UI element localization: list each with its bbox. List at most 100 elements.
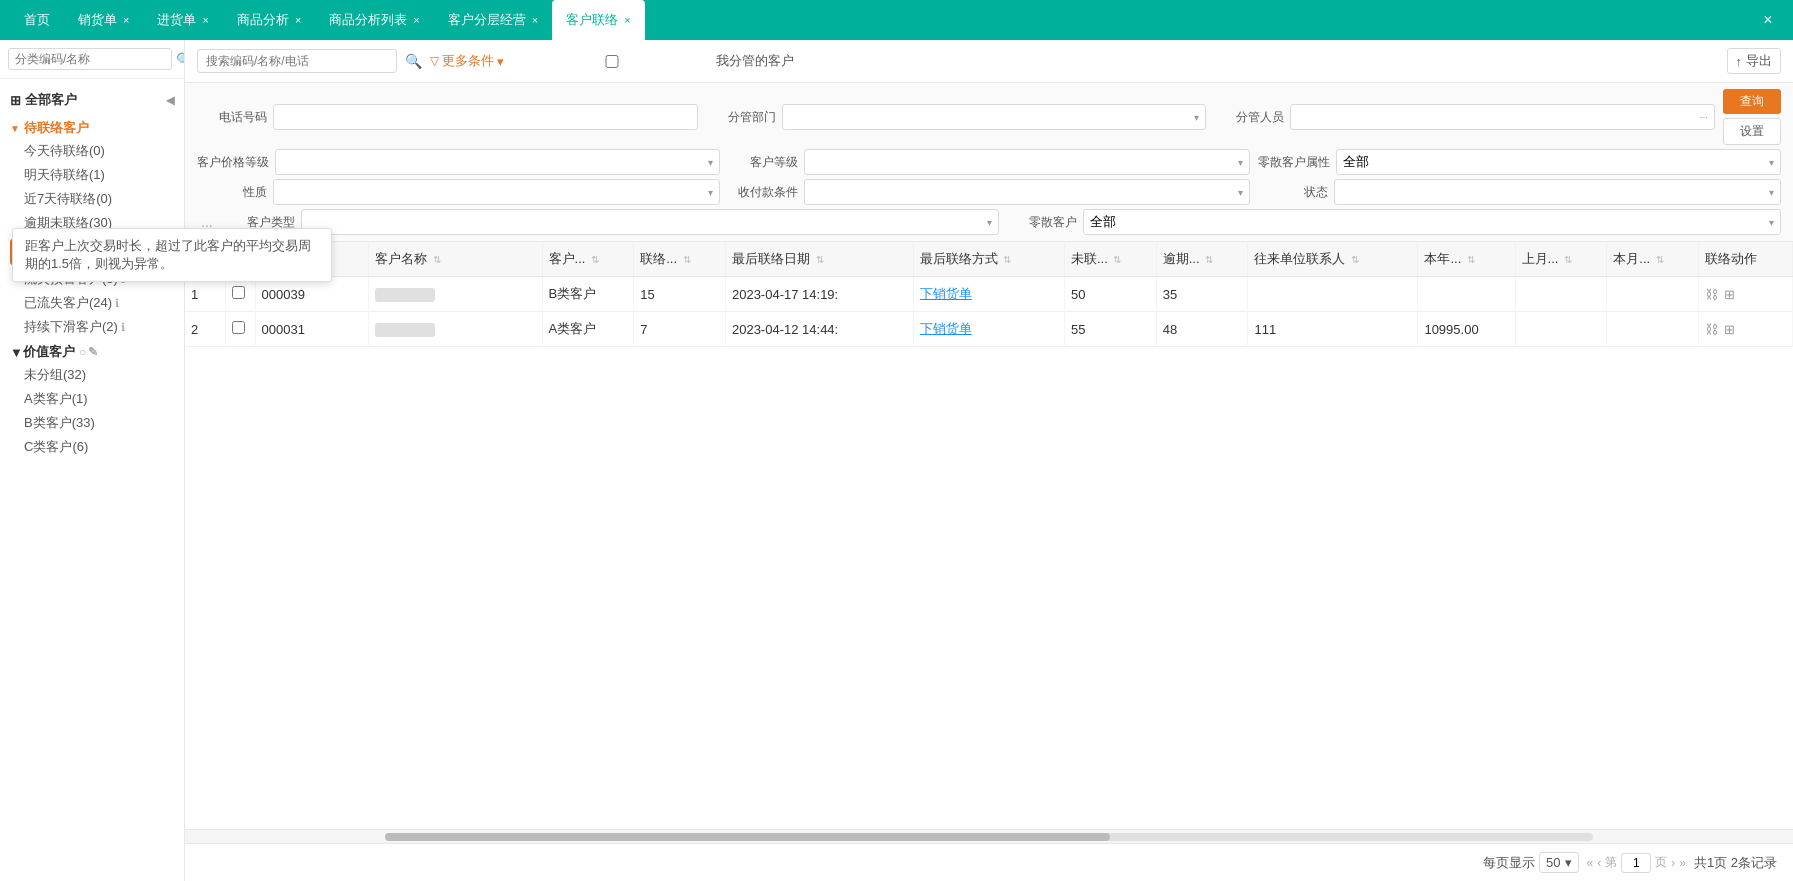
row-checkbox[interactable]	[232, 321, 245, 334]
page-nav: « ‹ 第 页 › »	[1587, 853, 1686, 873]
nav-home[interactable]: 首页	[10, 0, 64, 40]
last-method-link[interactable]: 下销货单	[920, 286, 972, 301]
export-button[interactable]: ↑ 导出	[1727, 48, 1782, 74]
retail-attr-arrow: ▾	[1769, 157, 1774, 168]
sidebar-collapse-btn[interactable]: ◀	[166, 94, 174, 107]
chevron-down-icon: ▾	[497, 54, 504, 69]
sidebar-item-declining[interactable]: 持续下滑客户(2) ℹ	[10, 315, 174, 339]
table-container: ⚙ 客户编码 ⇅ 客户名称 ⇅	[185, 242, 1793, 829]
cell-action: ⛓ ⊞	[1699, 312, 1793, 347]
phone-input[interactable]	[273, 104, 698, 130]
my-customer-checkbox-area: 我分管的客户	[512, 52, 794, 70]
pagination: 每页显示 50 ▾ « ‹ 第 页 › » 共1页 2条记录	[185, 843, 1793, 881]
more-conditions-btn[interactable]: ▽ 更多条件 ▾	[430, 52, 504, 70]
per-page-area: 每页显示 50 ▾	[1483, 852, 1578, 873]
sidebar-item-b-class[interactable]: B类客户(33)	[10, 411, 174, 435]
retail-customer-select[interactable]: 全部 ▾	[1083, 209, 1781, 235]
cell-last-month	[1515, 312, 1607, 347]
funnel-icon: ▽	[430, 54, 439, 68]
cell-no-contact: 55	[1065, 312, 1157, 347]
contact-count-sort-icon: ⇅	[683, 254, 691, 265]
cell-this-year	[1418, 277, 1515, 312]
value-edit-icon[interactable]: ✎	[88, 345, 98, 359]
nav-customer-contact[interactable]: 客户联络 ×	[552, 0, 644, 40]
price-level-select[interactable]: ▾	[275, 149, 720, 175]
status-select[interactable]: ▾	[1334, 179, 1781, 205]
sidebar-item-7days[interactable]: 近7天待联络(0)	[10, 187, 174, 211]
action-grid-icon[interactable]: ⊞	[1724, 322, 1735, 337]
window-close-button[interactable]: ×	[1753, 5, 1783, 35]
page-number-input[interactable]	[1621, 853, 1651, 873]
filter-price-level: 客户价格等级 ▾	[197, 149, 720, 175]
sidebar-item-today[interactable]: 今天待联络(0)	[10, 139, 174, 163]
cell-checkbox[interactable]	[225, 312, 255, 347]
filter-phone: 电话号码	[197, 104, 698, 130]
nav-product-analysis[interactable]: 商品分析 ×	[223, 0, 315, 40]
dept-select[interactable]: ▾	[782, 104, 1207, 130]
close-sales-tab[interactable]: ×	[123, 14, 129, 26]
query-button[interactable]: 查询	[1723, 89, 1781, 114]
customer-type-select[interactable]: ▾	[301, 209, 999, 235]
payment-select[interactable]: ▾	[804, 179, 1251, 205]
cell-name	[369, 277, 542, 312]
customer-level-select[interactable]: ▾	[804, 149, 1251, 175]
sidebar-item-ungroup[interactable]: 未分组(32)	[10, 363, 174, 387]
pending-group-title[interactable]: ▼ 待联络客户	[10, 115, 174, 139]
set-button[interactable]: 设置	[1723, 118, 1781, 145]
export-icon: ↑	[1736, 54, 1743, 69]
nav-sales[interactable]: 销货单 ×	[64, 0, 143, 40]
per-page-arrow: ▾	[1565, 855, 1572, 870]
close-product-analysis-tab[interactable]: ×	[295, 14, 301, 26]
action-link-icon[interactable]: ⛓	[1705, 287, 1718, 302]
close-product-analysis-list-tab[interactable]: ×	[413, 14, 419, 26]
scrollbar-thumb[interactable]	[385, 833, 1110, 841]
th-last-month: 上月... ⇅	[1515, 242, 1607, 277]
first-page-btn[interactable]: «	[1587, 856, 1594, 870]
value-group-title[interactable]: ▼ 价值客户 ○ ✎	[10, 339, 174, 363]
th-contact-count: 联络... ⇅	[634, 242, 726, 277]
this-month-sort-icon: ⇅	[1656, 254, 1664, 265]
sidebar-item-lost[interactable]: 已流失客户(24) ℹ	[10, 291, 174, 315]
action-link-icon[interactable]: ⛓	[1705, 322, 1718, 337]
cell-contact-person: 111	[1248, 312, 1418, 347]
retail-attr-select[interactable]: 全部 ▾	[1336, 149, 1781, 175]
filter-gender: 性质 ▾	[197, 179, 720, 205]
gender-select[interactable]: ▾	[273, 179, 720, 205]
grid-icon: ⊞	[10, 93, 21, 108]
all-customers-title[interactable]: ⊞ 全部客户 ◀	[10, 85, 174, 115]
last-method-link[interactable]: 下销货单	[920, 321, 972, 336]
sidebar-item-a-class[interactable]: A类客户(1)	[10, 387, 174, 411]
nav-product-analysis-list[interactable]: 商品分析列表 ×	[315, 0, 433, 40]
filter-bar: 🔍 ▽ 更多条件 ▾ 我分管的客户 ↑ 导出	[185, 40, 1793, 83]
last-page-btn[interactable]: »	[1679, 856, 1686, 870]
th-name: 客户名称 ⇅	[369, 242, 542, 277]
row-checkbox[interactable]	[232, 286, 245, 299]
person-select[interactable]: ···	[1290, 104, 1715, 130]
cell-no-contact: 50	[1065, 277, 1157, 312]
data-table: ⚙ 客户编码 ⇅ 客户名称 ⇅	[185, 242, 1793, 347]
sidebar-item-c-class[interactable]: C类客户(6)	[10, 435, 174, 459]
close-customer-contact-tab[interactable]: ×	[624, 14, 630, 26]
search-input[interactable]	[197, 49, 397, 73]
close-customer-segment-tab[interactable]: ×	[532, 14, 538, 26]
nav-purchase[interactable]: 进货单 ×	[143, 0, 222, 40]
search-icon[interactable]: 🔍	[405, 53, 422, 69]
sidebar-search-icon[interactable]: 🔍	[176, 52, 185, 67]
name-sort-icon: ⇅	[433, 254, 441, 265]
th-last-method: 最后联络方式 ⇅	[913, 242, 1064, 277]
type-sort-icon: ⇅	[591, 254, 599, 265]
value-expand-icon: ▼	[10, 345, 23, 360]
action-grid-icon[interactable]: ⊞	[1724, 287, 1735, 302]
last-date-sort-icon: ⇅	[816, 254, 824, 265]
nav-customer-segment[interactable]: 客户分层经营 ×	[434, 0, 552, 40]
th-this-year: 本年... ⇅	[1418, 242, 1515, 277]
per-page-select[interactable]: 50 ▾	[1539, 852, 1578, 873]
my-customer-checkbox[interactable]	[512, 55, 712, 68]
person-dots: ···	[1700, 112, 1708, 123]
sidebar-search-input[interactable]	[8, 48, 172, 70]
next-page-btn[interactable]: ›	[1671, 856, 1675, 870]
close-purchase-tab[interactable]: ×	[202, 14, 208, 26]
horizontal-scrollbar[interactable]	[185, 829, 1793, 843]
sidebar-item-tomorrow[interactable]: 明天待联络(1)	[10, 163, 174, 187]
prev-page-btn[interactable]: ‹	[1597, 856, 1601, 870]
